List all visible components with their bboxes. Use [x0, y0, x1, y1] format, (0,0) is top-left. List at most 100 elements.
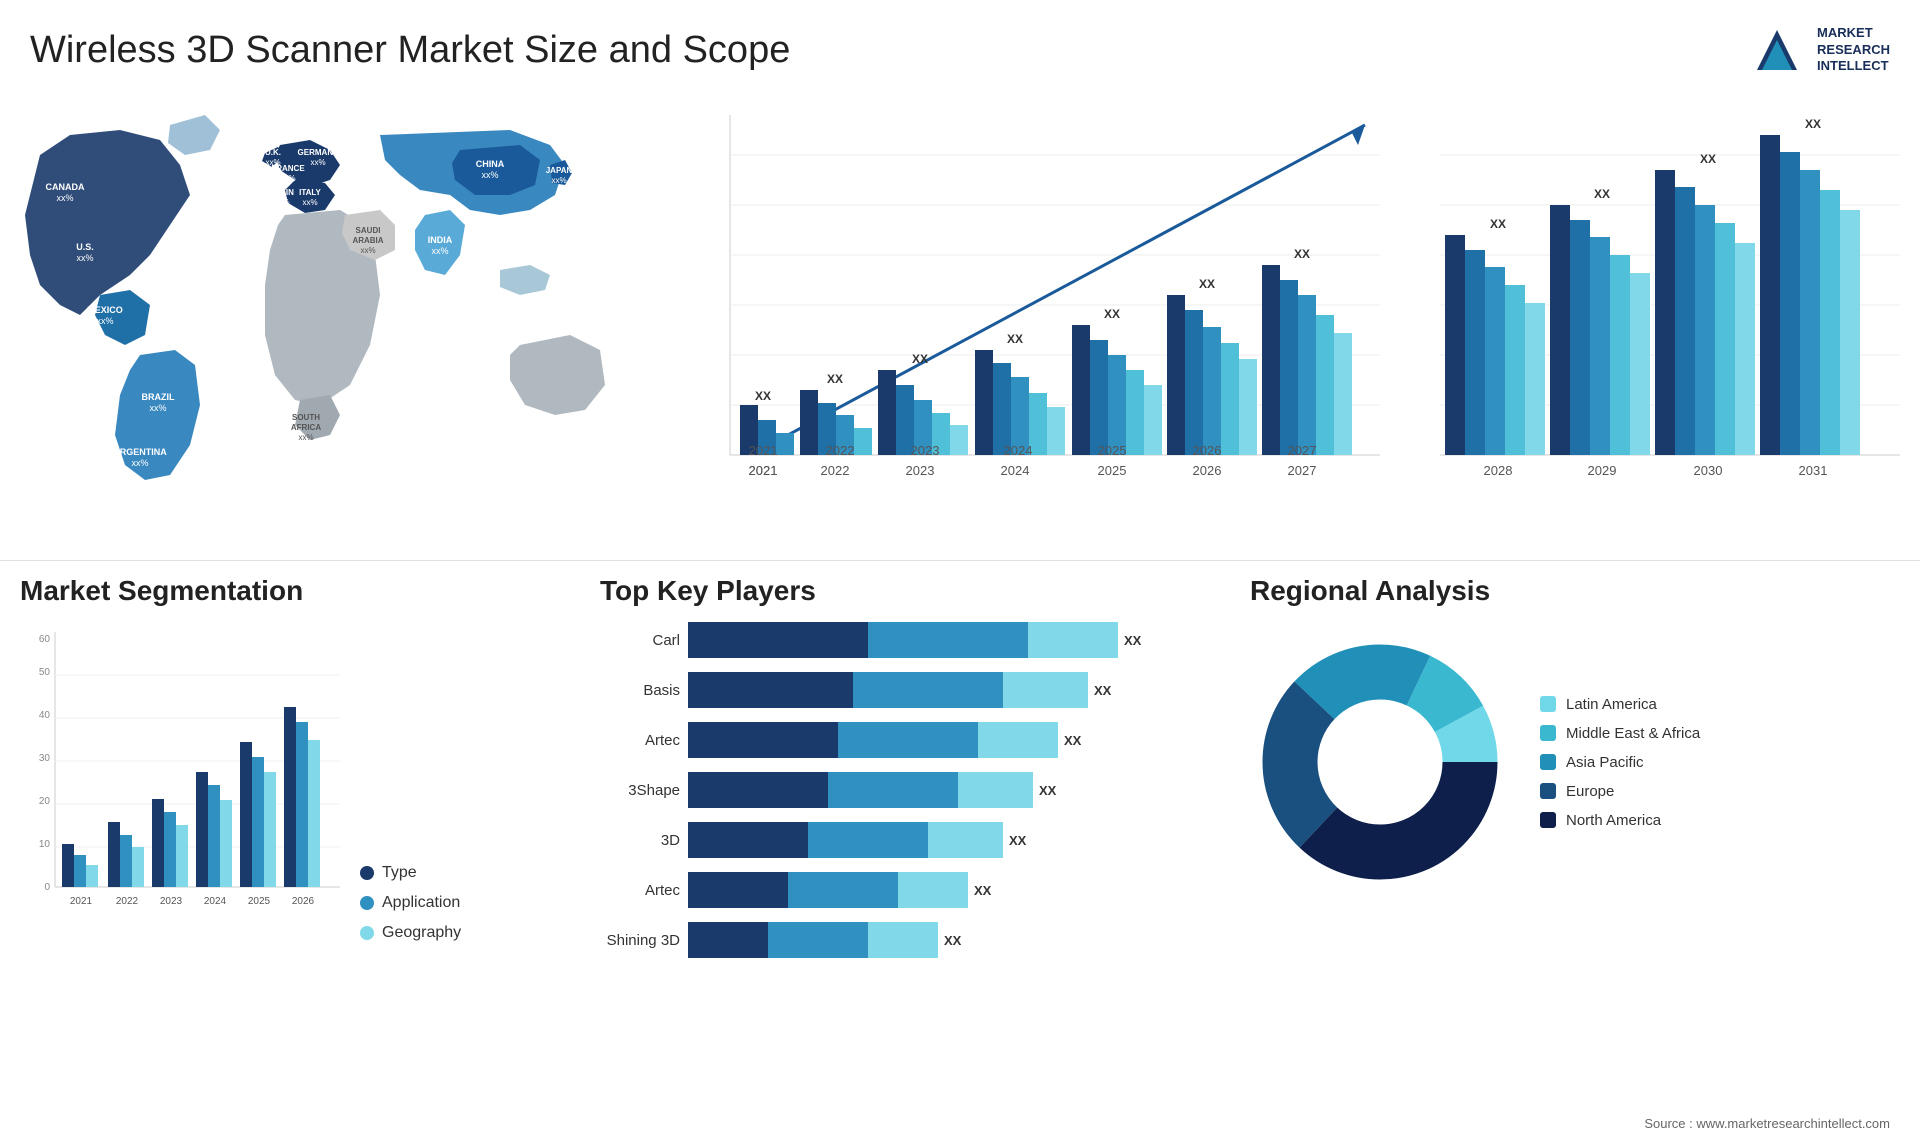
svg-text:10: 10: [39, 839, 51, 850]
bar-chart-extended: XX 2028 XX 2029 XX 2030 XX 2031: [1440, 95, 1900, 515]
svg-text:SPAIN: SPAIN: [270, 188, 294, 197]
legend-application-dot: [360, 896, 374, 910]
player-row-artec1: Artec XX: [590, 722, 1190, 758]
svg-text:60: 60: [39, 634, 51, 645]
player-name-shining3d: Shining 3D: [590, 932, 680, 949]
svg-text:50: 50: [39, 667, 51, 678]
legend-type-label: Type: [382, 864, 417, 882]
legend-north-america: North America: [1540, 812, 1700, 829]
player-bar-artec2: XX: [688, 872, 1190, 908]
svg-text:BRAZIL: BRAZIL: [142, 392, 175, 402]
bar-dark: [688, 772, 828, 808]
player-xx-artec1: XX: [1064, 733, 1081, 748]
player-row-carl: Carl XX: [590, 622, 1190, 658]
svg-text:2031: 2031: [1799, 463, 1828, 478]
svg-text:xx%: xx%: [96, 316, 113, 326]
legend-type-dot: [360, 866, 374, 880]
legend-mea-dot: [1540, 725, 1556, 741]
player-bar-3shape: XX: [688, 772, 1190, 808]
legend-north-america-label: North America: [1566, 812, 1661, 829]
player-bar-shining3d: XX: [688, 922, 1190, 958]
svg-text:XX: XX: [1490, 217, 1506, 231]
segmentation-chart-area: 0 10 20 30 40 50 60 2021 2022: [10, 622, 570, 942]
svg-text:U.S.: U.S.: [76, 242, 94, 252]
segmentation-section: Market Segmentation 0 10 20 30 40 50 60: [10, 575, 570, 1115]
bar-mid: [868, 622, 1028, 658]
world-map: CANADA xx% U.S. xx% MEXICO xx% BRAZIL xx…: [10, 95, 630, 525]
legend-latin-america: Latin America: [1540, 696, 1700, 713]
svg-text:2023: 2023: [160, 896, 183, 907]
segmentation-chart: 0 10 20 30 40 50 60 2021 2022: [10, 622, 350, 942]
svg-text:xx%: xx%: [274, 198, 289, 207]
bar-dark: [688, 622, 868, 658]
bar-dark: [688, 722, 838, 758]
donut-area: Latin America Middle East & Africa Asia …: [1240, 622, 1900, 902]
legend-application-label: Application: [382, 894, 460, 912]
bar-light: [868, 922, 938, 958]
legend-latin-america-label: Latin America: [1566, 696, 1657, 713]
svg-text:xx%: xx%: [551, 176, 566, 185]
svg-text:xx%: xx%: [280, 174, 295, 183]
players-list: Carl XX Basis XX: [590, 622, 1190, 958]
svg-text:2024: 2024: [204, 896, 227, 907]
svg-text:2025: 2025: [248, 896, 271, 907]
world-map-section: CANADA xx% U.S. xx% MEXICO xx% BRAZIL xx…: [10, 95, 630, 525]
svg-text:XX: XX: [1104, 307, 1120, 321]
svg-text:2029: 2029: [1588, 463, 1617, 478]
svg-text:GERMANY: GERMANY: [298, 148, 340, 157]
svg-text:XX: XX: [755, 389, 771, 403]
legend-asia-pacific-dot: [1540, 754, 1556, 770]
players-title: Top Key Players: [590, 575, 1190, 607]
svg-text:xx%: xx%: [131, 458, 148, 468]
regional-legend: Latin America Middle East & Africa Asia …: [1540, 696, 1700, 829]
legend-latin-america-dot: [1540, 696, 1556, 712]
logo-icon: [1747, 20, 1807, 80]
player-bar-carl: XX: [688, 622, 1190, 658]
svg-text:2023: 2023: [911, 443, 940, 458]
bar-light: [1028, 622, 1118, 658]
header: Wireless 3D Scanner Market Size and Scop…: [30, 20, 1890, 80]
bar-dark: [688, 822, 808, 858]
bar-mid: [828, 772, 958, 808]
svg-text:2022: 2022: [116, 896, 139, 907]
svg-text:xx%: xx%: [310, 158, 325, 167]
regional-title: Regional Analysis: [1240, 575, 1900, 607]
bar-dark: [688, 672, 853, 708]
regional-section: Regional Analysis Latin America: [1240, 575, 1900, 1115]
svg-text:AFRICA: AFRICA: [291, 423, 321, 432]
divider-horizontal: [0, 560, 1920, 561]
bar-light: [958, 772, 1033, 808]
svg-text:SOUTH: SOUTH: [292, 413, 320, 422]
svg-text:XX: XX: [1700, 152, 1716, 166]
player-bar-basis: XX: [688, 672, 1190, 708]
player-bar-artec1: XX: [688, 722, 1190, 758]
bar-mid: [838, 722, 978, 758]
logo-text: MARKET RESEARCH INTELLECT: [1817, 25, 1890, 76]
svg-text:XX: XX: [912, 352, 928, 366]
svg-text:xx%: xx%: [298, 433, 313, 442]
player-xx-carl: XX: [1124, 633, 1141, 648]
svg-text:20: 20: [39, 796, 51, 807]
player-name-3d: 3D: [590, 832, 680, 849]
bar-mid: [788, 872, 898, 908]
donut-hole: [1318, 700, 1442, 824]
legend-mea-label: Middle East & Africa: [1566, 725, 1700, 742]
player-row-artec2: Artec XX: [590, 872, 1190, 908]
svg-text:xx%: xx%: [431, 246, 448, 256]
legend-type: Type: [360, 864, 461, 882]
legend-application: Application: [360, 894, 461, 912]
svg-text:2025: 2025: [1098, 443, 1127, 458]
players-section: Top Key Players Carl XX Basis: [590, 575, 1190, 1115]
svg-text:XX: XX: [1805, 117, 1821, 131]
page-title: Wireless 3D Scanner Market Size and Scop…: [30, 29, 790, 72]
bar-chart-ext-svg: XX 2028 XX 2029 XX 2030 XX 2031: [1440, 95, 1900, 515]
segmentation-title: Market Segmentation: [10, 575, 570, 607]
legend-europe-label: Europe: [1566, 783, 1614, 800]
svg-text:XX: XX: [1199, 277, 1215, 291]
svg-text:SAUDI: SAUDI: [356, 226, 381, 235]
legend-europe-dot: [1540, 783, 1556, 799]
player-name-artec2: Artec: [590, 882, 680, 899]
player-row-shining3d: Shining 3D XX: [590, 922, 1190, 958]
legend-north-america-dot: [1540, 812, 1556, 828]
player-xx-basis: XX: [1094, 683, 1111, 698]
